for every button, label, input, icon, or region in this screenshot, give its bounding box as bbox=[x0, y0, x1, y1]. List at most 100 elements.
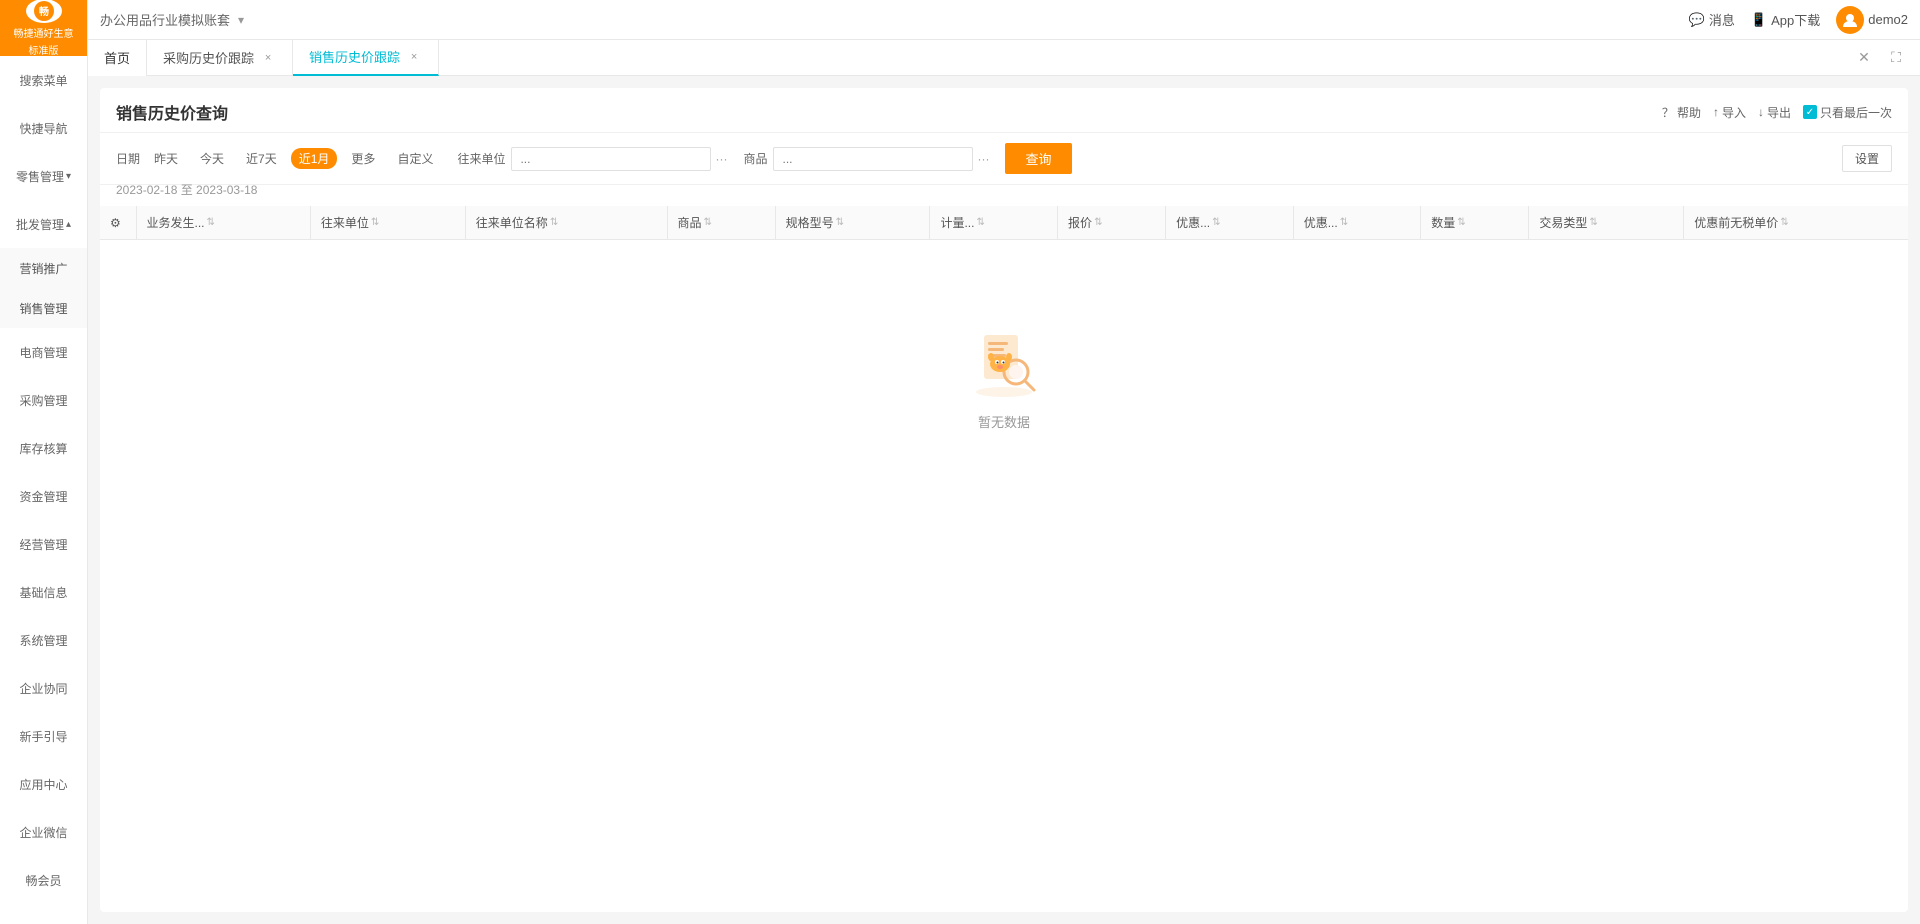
date-btn-1month[interactable]: 近1月 bbox=[291, 148, 338, 169]
sidebar-item-label: 新手引导 bbox=[19, 728, 67, 745]
import-icon: ↑ bbox=[1713, 105, 1719, 119]
sidebar-item-finance-mgmt[interactable]: 资金管理 bbox=[0, 472, 88, 520]
sidebar-item-label: 经营管理 bbox=[19, 536, 67, 553]
sidebar-item-quick-nav[interactable]: 快捷导航 bbox=[0, 104, 88, 152]
from-unit-filter-group: 往来单位 ··· bbox=[457, 147, 727, 171]
sidebar-item-enterprise-wechat[interactable]: 企业微信 bbox=[0, 808, 88, 856]
app-download-button[interactable]: 📱 App下载 bbox=[1751, 10, 1820, 29]
sidebar-item-wholesale-mgmt[interactable]: 批发管理 ▴ bbox=[0, 200, 88, 248]
only-last-toggle[interactable]: ✓ 只看最后一次 bbox=[1803, 104, 1892, 121]
from-unit-ellipsis[interactable]: ··· bbox=[715, 152, 727, 166]
export-icon: ↓ bbox=[1758, 105, 1764, 119]
topbar-dropdown-icon[interactable]: ▾ bbox=[238, 13, 244, 27]
main-area: 办公用品行业模拟账套 ▾ 💬 消息 📱 App下载 demo2 首页 bbox=[88, 0, 1920, 924]
export-button[interactable]: ↓ 导出 bbox=[1758, 104, 1791, 121]
sidebar-item-search-menu[interactable]: 搜索菜单 bbox=[0, 56, 88, 104]
table-col-biz-date[interactable]: 业务发生... ⇅ bbox=[136, 206, 310, 240]
sidebar-item-retail-mgmt[interactable]: 零售管理 ▾ bbox=[0, 152, 88, 200]
col-notax-price-label: 优惠前无税单价 bbox=[1694, 214, 1778, 231]
table-col-quantity[interactable]: 数量 ⇅ bbox=[1421, 206, 1529, 240]
tab-fullscreen-button[interactable]: ⛶ bbox=[1884, 46, 1908, 70]
sort-icon: ⇅ bbox=[1212, 217, 1220, 228]
tab-purchase-history-label: 采购历史价跟踪 bbox=[163, 48, 254, 67]
sidebar-item-label: 资金管理 bbox=[19, 488, 67, 505]
table-col-spec[interactable]: 规格型号 ⇅ bbox=[775, 206, 930, 240]
app-download-label: App下载 bbox=[1771, 10, 1820, 29]
sidebar-item-label: 库存核算 bbox=[19, 440, 67, 457]
tab-sales-history[interactable]: 销售历史价跟踪 × bbox=[293, 40, 439, 76]
table-col-discount2[interactable]: 优惠... ⇅ bbox=[1293, 206, 1421, 240]
from-unit-input[interactable] bbox=[511, 147, 711, 171]
col-discount1-label: 优惠... bbox=[1176, 214, 1210, 231]
avatar bbox=[1836, 6, 1864, 34]
sort-icon: ⇅ bbox=[1457, 217, 1465, 228]
date-btn-more[interactable]: 更多 bbox=[343, 148, 383, 169]
date-btn-today[interactable]: 今天 bbox=[192, 148, 232, 169]
sidebar-item-label: 快捷导航 bbox=[19, 120, 67, 137]
tab-sales-history-close[interactable]: × bbox=[406, 49, 422, 65]
table-gear-column[interactable]: ⚙ bbox=[100, 206, 136, 240]
message-button[interactable]: 💬 消息 bbox=[1689, 10, 1735, 29]
date-btn-yesterday[interactable]: 昨天 bbox=[146, 148, 186, 169]
col-unit-code-label: 往来单位 bbox=[321, 214, 369, 231]
topbar-left: 办公用品行业模拟账套 ▾ bbox=[100, 10, 244, 29]
tab-home[interactable]: 首页 bbox=[88, 40, 147, 76]
query-button[interactable]: 查询 bbox=[1005, 143, 1071, 174]
tab-purchase-history[interactable]: 采购历史价跟踪 × bbox=[147, 40, 293, 76]
data-table: ⚙ 业务发生... ⇅ 往来单位 bbox=[100, 206, 1908, 240]
product-input-wrapper: ··· bbox=[773, 147, 989, 171]
settings-button[interactable]: 设置 bbox=[1842, 145, 1892, 172]
col-discount2-label: 优惠... bbox=[1304, 214, 1338, 231]
sort-icon: ⇅ bbox=[1094, 217, 1102, 228]
tab-purchase-history-close[interactable]: × bbox=[260, 50, 276, 66]
product-ellipsis[interactable]: ··· bbox=[977, 152, 989, 166]
table-col-product[interactable]: 商品 ⇅ bbox=[667, 206, 775, 240]
sidebar-item-ecommerce-mgmt[interactable]: 电商管理 bbox=[0, 328, 88, 376]
import-button[interactable]: ↑ 导入 bbox=[1713, 104, 1746, 121]
page-actions: ？ 帮助 ↑ 导入 ↓ 导出 ✓ 只看最后一次 bbox=[1662, 104, 1892, 121]
table-col-unit-code[interactable]: 往来单位 ⇅ bbox=[310, 206, 465, 240]
table-col-quote[interactable]: 报价 ⇅ bbox=[1058, 206, 1166, 240]
gear-icon[interactable]: ⚙ bbox=[110, 216, 121, 230]
import-label: 导入 bbox=[1722, 104, 1746, 121]
table-col-notax-price[interactable]: 优惠前无税单价 ⇅ bbox=[1684, 206, 1908, 240]
table-area: ⚙ 业务发生... ⇅ 往来单位 bbox=[100, 206, 1908, 912]
date-btn-7days[interactable]: 近7天 bbox=[238, 148, 285, 169]
sidebar-item-marketing[interactable]: 营销推广 bbox=[0, 248, 88, 288]
table-col-unit[interactable]: 计量... ⇅ bbox=[930, 206, 1058, 240]
sidebar-item-label: 基础信息 bbox=[19, 584, 67, 601]
sidebar-item-app-center[interactable]: 应用中心 bbox=[0, 760, 88, 808]
topbar-title: 办公用品行业模拟账套 bbox=[100, 10, 230, 29]
help-label: 帮助 bbox=[1677, 104, 1701, 121]
col-unit-name-label: 往来单位名称 bbox=[476, 214, 548, 231]
sidebar-item-inventory[interactable]: 库存核算 bbox=[0, 424, 88, 472]
user-avatar-area[interactable]: demo2 bbox=[1836, 6, 1908, 34]
sidebar-item-basic-info[interactable]: 基础信息 bbox=[0, 568, 88, 616]
phone-icon: 📱 bbox=[1751, 12, 1767, 28]
table-col-discount1[interactable]: 优惠... ⇅ bbox=[1166, 206, 1294, 240]
chevron-down-icon: ▾ bbox=[66, 171, 71, 182]
sidebar-item-label: 零售管理 bbox=[16, 168, 64, 185]
col-product-label: 商品 bbox=[678, 214, 702, 231]
table-col-unit-name[interactable]: 往来单位名称 ⇅ bbox=[465, 206, 667, 240]
sidebar-item-enterprise-collab[interactable]: 企业协同 bbox=[0, 664, 88, 712]
page-card: 销售历史价查询 ？ 帮助 ↑ 导入 ↓ 导出 ✓ bbox=[100, 88, 1908, 912]
sidebar-item-label: 采购管理 bbox=[19, 392, 67, 409]
sidebar-item-label: 企业微信 bbox=[19, 824, 67, 841]
app-logo[interactable]: 畅 畅捷通好生意 标准版 bbox=[0, 0, 88, 56]
tab-sales-history-label: 销售历史价跟踪 bbox=[309, 47, 400, 66]
sidebar-item-system-mgmt[interactable]: 系统管理 bbox=[0, 616, 88, 664]
sidebar-item-sales-mgmt[interactable]: 销售管理 bbox=[0, 288, 88, 328]
help-button[interactable]: ？ 帮助 bbox=[1662, 104, 1701, 121]
topbar: 办公用品行业模拟账套 ▾ 💬 消息 📱 App下载 demo2 bbox=[88, 0, 1920, 40]
table-col-trade-type[interactable]: 交易类型 ⇅ bbox=[1529, 206, 1684, 240]
sidebar-item-new-guide[interactable]: 新手引导 bbox=[0, 712, 88, 760]
col-biz-date-label: 业务发生... bbox=[147, 214, 205, 231]
date-btn-custom[interactable]: 自定义 bbox=[389, 148, 441, 169]
sidebar-item-label: 系统管理 bbox=[19, 632, 67, 649]
product-input[interactable] bbox=[773, 147, 973, 171]
sidebar-item-purchase-mgmt[interactable]: 采购管理 bbox=[0, 376, 88, 424]
sidebar-item-member[interactable]: 畅会员 bbox=[0, 856, 88, 904]
sidebar-item-operations-mgmt[interactable]: 经营管理 bbox=[0, 520, 88, 568]
tab-close-all-button[interactable]: ✕ bbox=[1852, 46, 1876, 70]
